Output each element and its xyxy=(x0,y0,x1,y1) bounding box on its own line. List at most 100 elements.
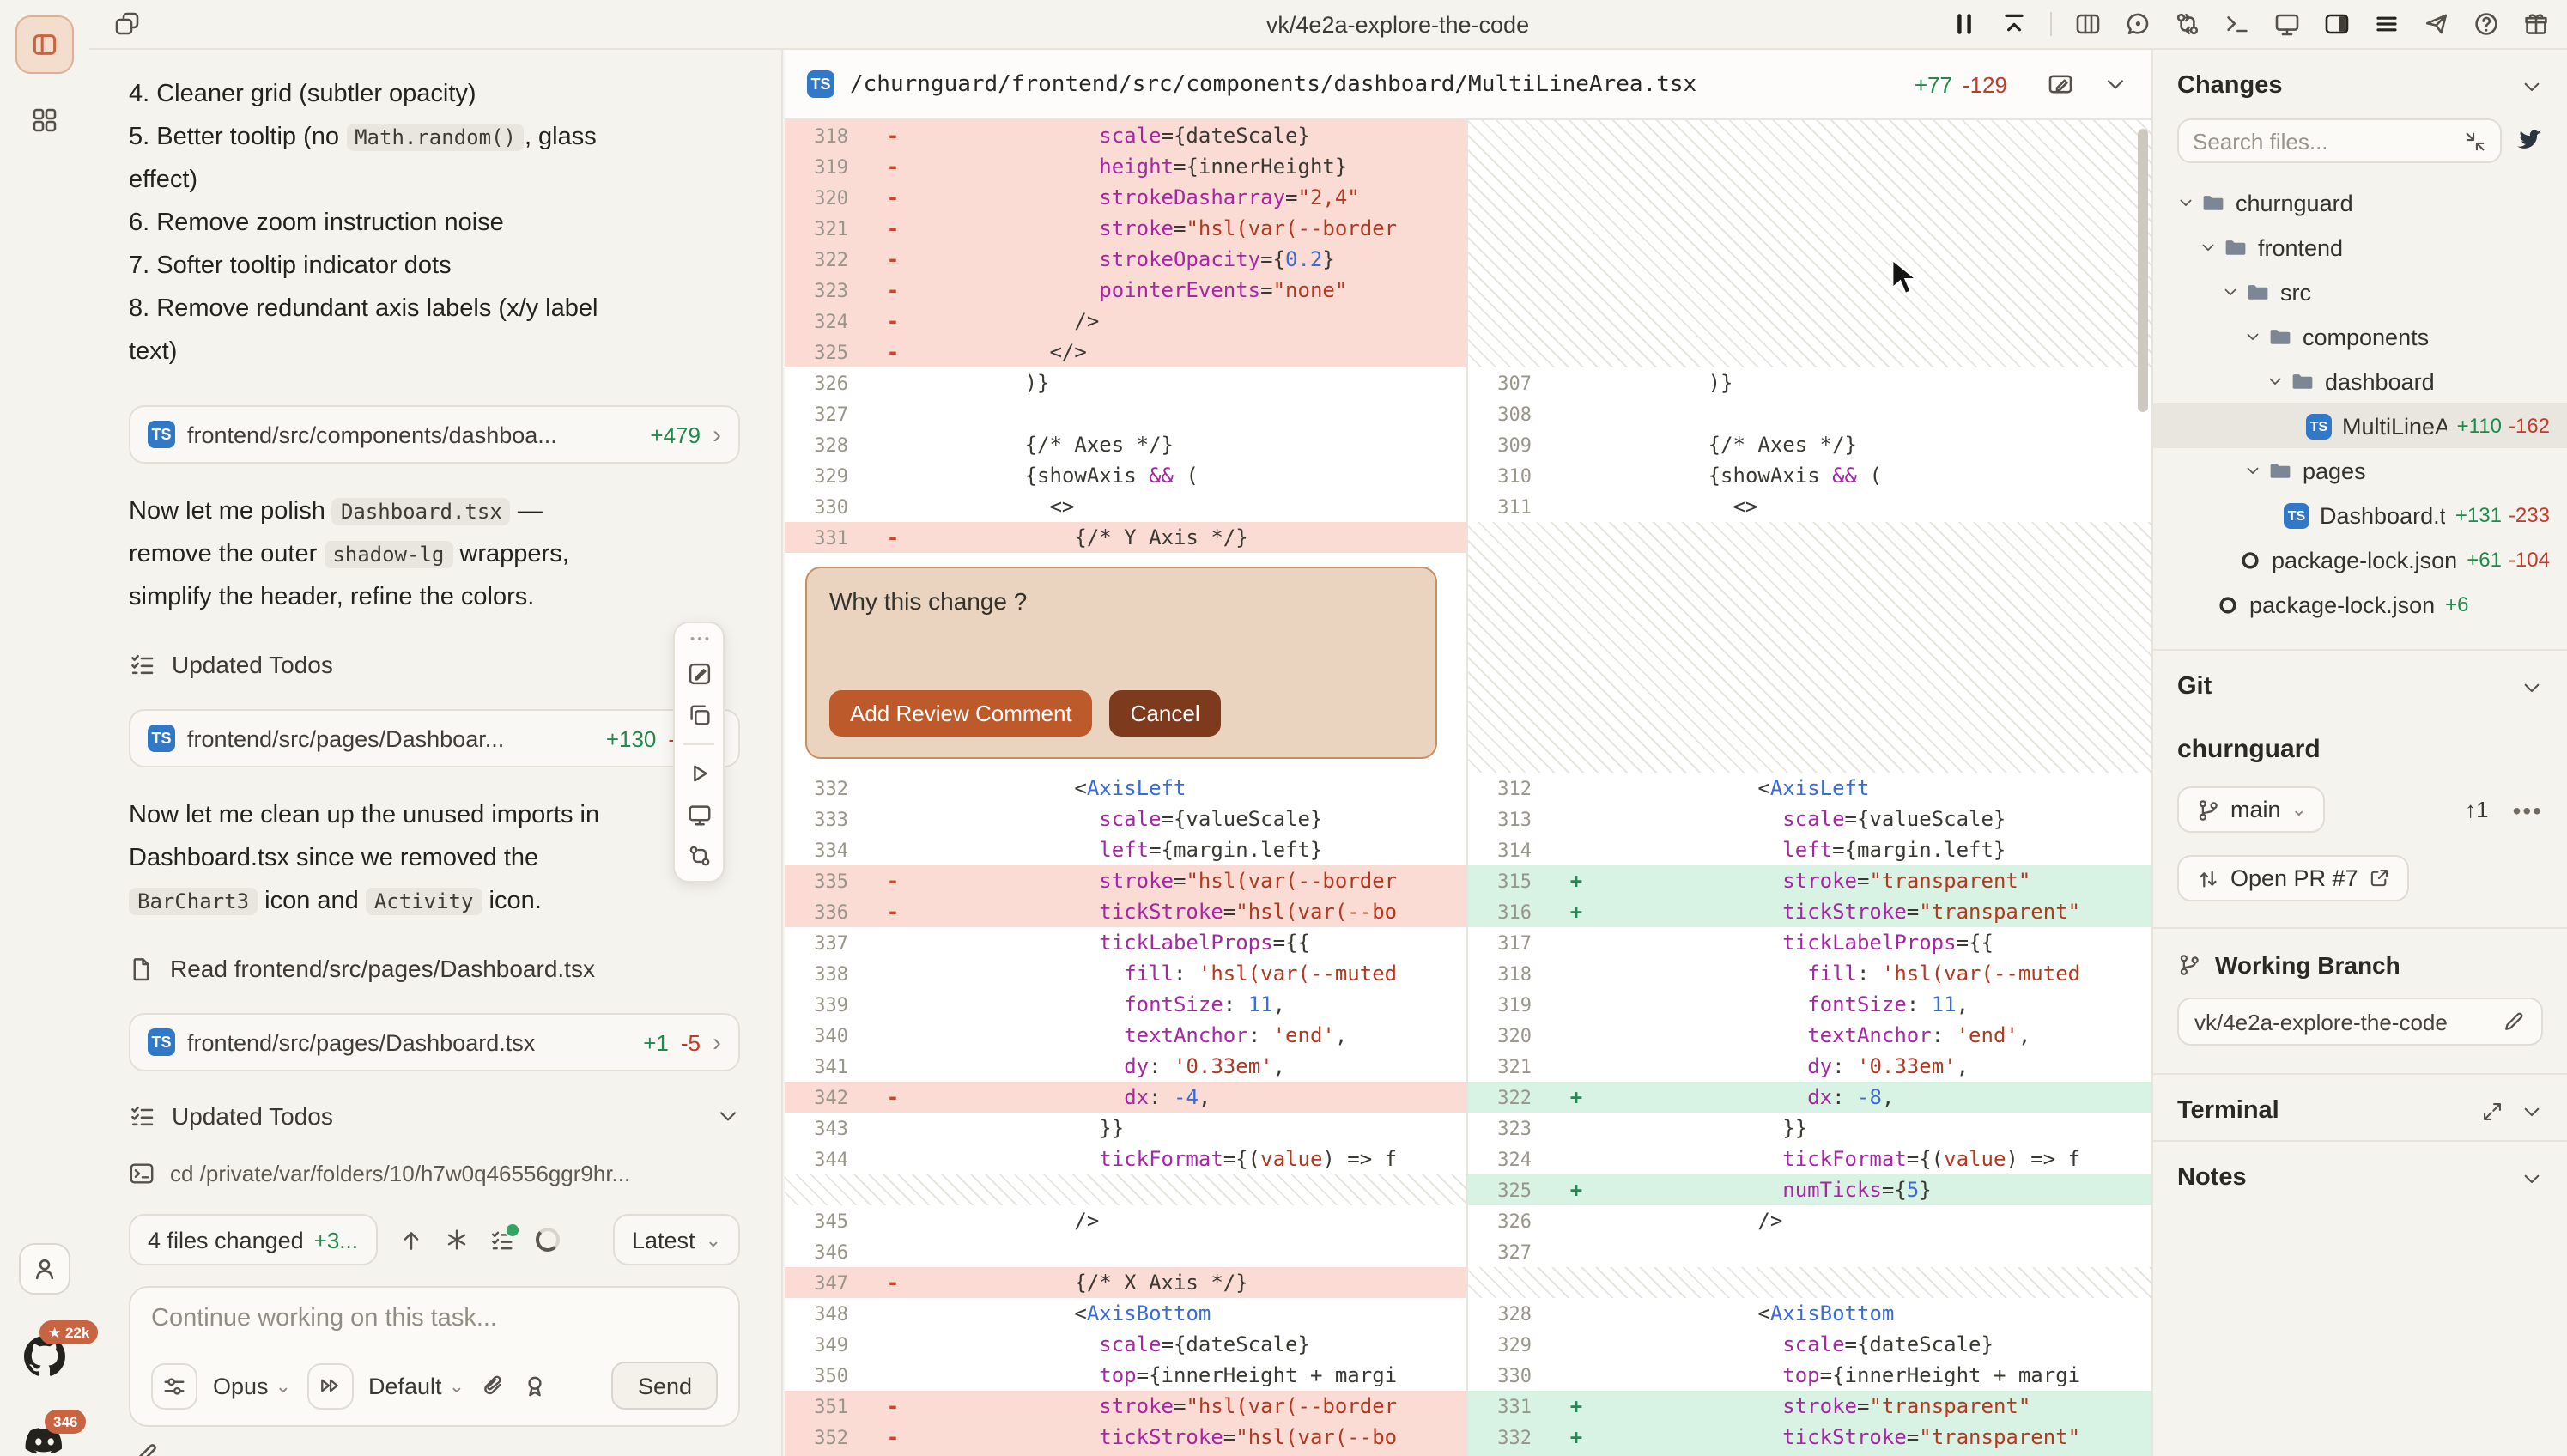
discord-link[interactable]: 346 xyxy=(24,1425,65,1456)
diff-line[interactable]: 347-{/* X Axis */} xyxy=(785,1267,1466,1298)
cancel-button[interactable]: Cancel xyxy=(1110,690,1221,737)
diff-line[interactable]: 328{/* Axes */} xyxy=(785,429,1466,460)
tree-item-package-lock.json[interactable]: package-lock.json+61-104 xyxy=(2153,537,2567,582)
diff-line[interactable]: 312<AxisLeft xyxy=(1468,773,2151,804)
drag-handle-icon[interactable] xyxy=(686,632,712,646)
diff-line[interactable]: 337tickLabelProps={{ xyxy=(785,927,1466,958)
diff-line[interactable]: 342-dx: -4, xyxy=(785,1082,1466,1113)
scrollbar-thumb[interactable] xyxy=(2138,129,2148,412)
diff-line[interactable]: 348<AxisBottom xyxy=(785,1298,1466,1329)
diff-line[interactable]: 311<> xyxy=(1468,491,2151,522)
help-icon[interactable] xyxy=(2473,10,2500,38)
chevron-down-icon[interactable] xyxy=(716,1104,740,1128)
diff-line[interactable]: 323}} xyxy=(1468,1113,2151,1144)
diff-line[interactable]: 350top={innerHeight + margi xyxy=(785,1360,1466,1391)
diff-line[interactable]: 318fill: 'hsl(var(--muted xyxy=(1468,958,2151,989)
diff-line[interactable]: 332+tickStroke="transparent" xyxy=(1468,1422,2151,1453)
diff-line[interactable]: 333scale={valueScale} xyxy=(785,804,1466,834)
settings-sliders-button[interactable] xyxy=(151,1362,197,1409)
diff-line[interactable]: 339fontSize: 11, xyxy=(785,989,1466,1020)
branch-dropdown[interactable]: main ⌄ xyxy=(2177,786,2326,833)
send-button[interactable]: Send xyxy=(612,1362,718,1410)
play-icon[interactable] xyxy=(686,761,712,786)
changes-section-header[interactable]: Changes xyxy=(2153,50,2567,115)
read-file-row[interactable]: Read frontend/src/pages/Dashboard.tsx xyxy=(129,955,740,982)
diff-line[interactable]: 345/> xyxy=(785,1205,1466,1236)
diff-line[interactable]: 325-</> xyxy=(785,337,1466,367)
tree-item-package-lock.json[interactable]: package-lock.json+6 xyxy=(2153,582,2567,627)
tree-item-MultiLineArea.tsx[interactable]: TSMultiLineArea.tsx+110-162 xyxy=(2153,403,2567,448)
file-change-chip[interactable]: TS frontend/src/pages/Dashboard.tsx +1 -… xyxy=(129,1013,740,1071)
diff-line[interactable]: 307)} xyxy=(1468,367,2151,398)
menu-icon[interactable] xyxy=(2373,10,2400,38)
diff-line[interactable]: 341dy: '0.33em', xyxy=(785,1051,1466,1082)
diff-line[interactable]: 324tickFormat={(value) => f xyxy=(1468,1144,2151,1174)
grid-view-button[interactable] xyxy=(15,91,74,149)
monitor-icon[interactable] xyxy=(686,802,712,828)
diff-line[interactable]: 329scale={dateScale} xyxy=(1468,1329,2151,1360)
diff-line[interactable]: 313scale={valueScale} xyxy=(1468,804,2151,834)
diff-line[interactable]: 319fontSize: 11, xyxy=(1468,989,2151,1020)
pause-icon[interactable] xyxy=(1951,10,1978,38)
diff-line[interactable]: 310{showAxis && ( xyxy=(1468,460,2151,491)
diff-line[interactable]: 314left={margin.left} xyxy=(1468,834,2151,865)
diff-line[interactable]: 327 xyxy=(1468,1236,2151,1267)
diff-line[interactable]: 322+dx: -8, xyxy=(1468,1082,2151,1113)
tree-item-src[interactable]: src xyxy=(2153,270,2567,314)
terminal-icon[interactable] xyxy=(2224,10,2251,38)
chevron-down-icon[interactable] xyxy=(2103,72,2127,96)
diff-line[interactable]: 335-stroke="hsl(var(--border xyxy=(785,865,1466,896)
latest-dropdown[interactable]: Latest ⌄ xyxy=(613,1214,740,1265)
diff-line[interactable]: 343}} xyxy=(785,1113,1466,1144)
fast-forward-button[interactable] xyxy=(306,1362,353,1409)
tree-item-dashboard[interactable]: dashboard xyxy=(2153,359,2567,403)
composer-input[interactable]: Continue working on this task... xyxy=(151,1305,718,1332)
tree-item-components[interactable]: components xyxy=(2153,314,2567,359)
files-changed-pill[interactable]: 4 files changed +3... xyxy=(129,1214,377,1265)
search-input[interactable]: Search files... xyxy=(2177,118,2502,163)
diff-line[interactable]: 344tickFormat={(value) => f xyxy=(785,1144,1466,1174)
terminal-section-header[interactable]: Terminal xyxy=(2153,1075,2567,1140)
bird-icon[interactable] xyxy=(2515,127,2543,155)
diff-line[interactable]: 332<AxisLeft xyxy=(785,773,1466,804)
arrow-up-icon[interactable] xyxy=(397,1227,423,1253)
send-icon[interactable] xyxy=(2423,10,2450,38)
terminal-command-row[interactable]: cd /private/var/folders/10/h7w0q46556ggr… xyxy=(129,1161,740,1186)
more-options-icon[interactable]: ••• xyxy=(2513,796,2543,823)
file-change-chip[interactable]: TS frontend/src/components/dashboa... +4… xyxy=(129,405,740,464)
monitor-icon[interactable] xyxy=(2273,10,2301,38)
diff-line[interactable]: 329{showAxis && ( xyxy=(785,460,1466,491)
file-change-chip[interactable]: TS frontend/src/pages/Dashboar... +130 -… xyxy=(129,709,740,767)
diff-line[interactable]: 334left={margin.left} xyxy=(785,834,1466,865)
diff-line[interactable]: 317tickLabelProps={{ xyxy=(1468,927,2151,958)
tree-item-churnguard[interactable]: churnguard xyxy=(2153,180,2567,225)
pencil-icon[interactable] xyxy=(2502,1010,2526,1034)
diff-line[interactable]: 321-stroke="hsl(var(--border xyxy=(785,213,1466,244)
copy-icon[interactable] xyxy=(686,702,712,728)
diff-line[interactable]: 320-strokeDasharray="2,4" xyxy=(785,182,1466,213)
working-branch-input[interactable]: vk/4e2a-explore-the-code xyxy=(2177,998,2543,1046)
badge-icon[interactable] xyxy=(521,1373,547,1398)
diff-line[interactable]: 346 xyxy=(785,1236,1466,1267)
diff-line[interactable]: 333+ xyxy=(1468,1453,2151,1456)
collapse-up-icon[interactable] xyxy=(2000,10,2028,38)
review-icon[interactable] xyxy=(2047,70,2074,98)
mode-dropdown[interactable]: Default ⌄ xyxy=(368,1373,464,1398)
sidebar-right-icon[interactable] xyxy=(2323,10,2351,38)
diff-line[interactable]: 321dy: '0.33em', xyxy=(1468,1051,2151,1082)
review-comment-input[interactable]: Why this change ? xyxy=(829,587,1413,615)
tree-item-frontend[interactable]: frontend xyxy=(2153,225,2567,270)
updated-todos-row[interactable]: Updated Todos xyxy=(129,1102,740,1130)
diff-line[interactable]: 351-stroke="hsl(var(--border xyxy=(785,1391,1466,1422)
chat-bubble-icon[interactable] xyxy=(2124,10,2151,38)
gift-icon[interactable] xyxy=(2522,10,2550,38)
diff-line[interactable]: 319-height={innerHeight} xyxy=(785,151,1466,182)
diff-line[interactable]: 327 xyxy=(785,398,1466,429)
diff-line[interactable]: 349scale={dateScale} xyxy=(785,1329,1466,1360)
collapse-icon[interactable] xyxy=(2464,130,2486,152)
github-link[interactable]: ★ 22k xyxy=(24,1336,65,1377)
git-compare-icon[interactable] xyxy=(686,843,712,869)
model-dropdown[interactable]: Opus ⌄ xyxy=(213,1373,291,1398)
diff-line[interactable]: 323-pointerEvents="none" xyxy=(785,275,1466,306)
expand-icon[interactable] xyxy=(2481,1100,2503,1122)
